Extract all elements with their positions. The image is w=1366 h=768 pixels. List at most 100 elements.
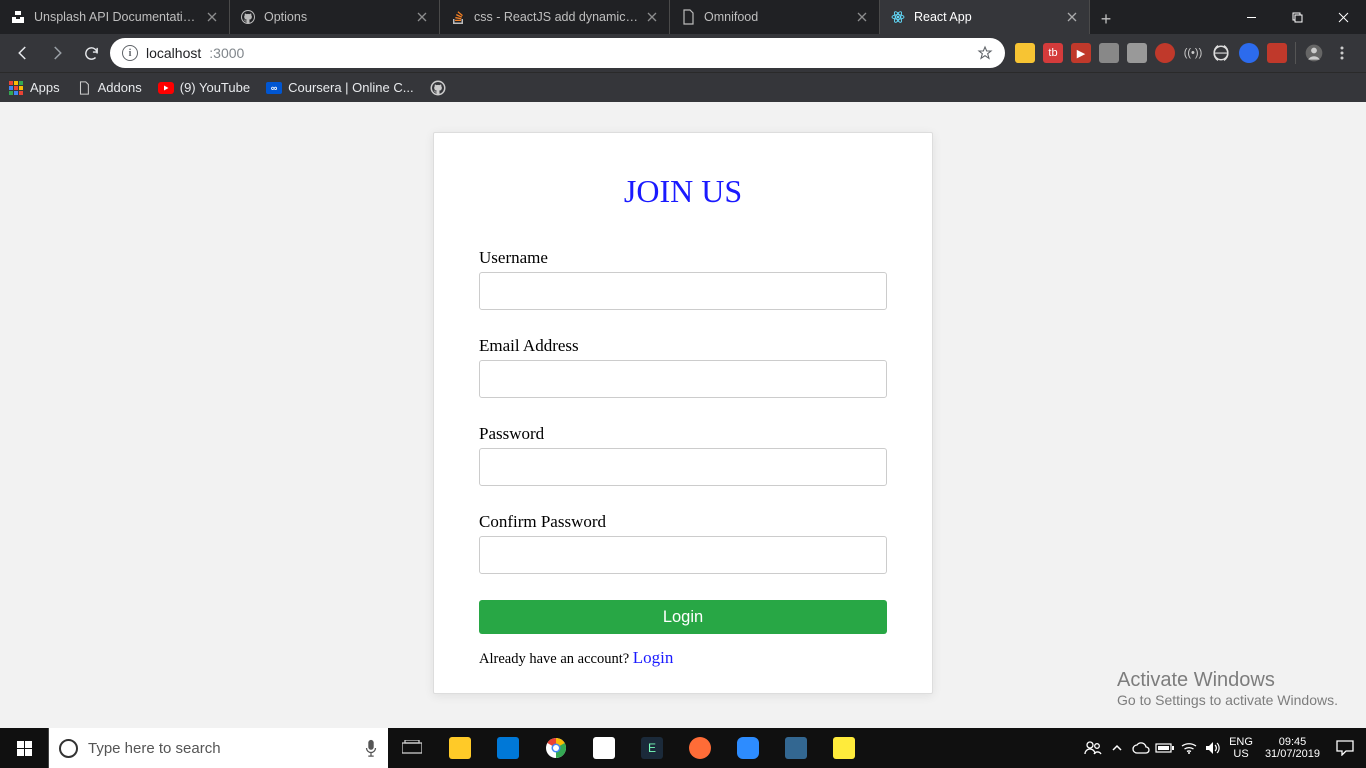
taskbar-vscode[interactable] [484, 728, 532, 768]
extension-icon[interactable]: ▶ [1071, 43, 1091, 63]
tab-close-icon[interactable] [855, 10, 869, 24]
field-password: Password [479, 424, 887, 486]
lang-line1: ENG [1229, 736, 1253, 748]
tab-close-icon[interactable] [1065, 10, 1079, 24]
taskbar-postman[interactable] [676, 728, 724, 768]
signup-card: JOIN US Username Email Address Password … [433, 132, 933, 694]
extension-icon[interactable] [1099, 43, 1119, 63]
url-host: localhost [146, 45, 201, 61]
windows-logo-icon [17, 741, 32, 756]
tab-close-icon[interactable] [645, 10, 659, 24]
chrome-menu-icon[interactable] [1332, 43, 1352, 63]
login-link[interactable]: Login [633, 648, 674, 667]
tab-react-app[interactable]: React App [880, 0, 1090, 34]
nav-reload-button[interactable] [76, 38, 106, 68]
page-viewport: JOIN US Username Email Address Password … [0, 102, 1366, 728]
bookmark-youtube[interactable]: (9) YouTube [158, 80, 250, 96]
extension-icon[interactable]: ((•)) [1183, 43, 1203, 63]
github-icon [430, 80, 446, 96]
start-button[interactable] [0, 728, 48, 768]
browser-toolbar: i localhost :3000 tb ▶ ((•)) [0, 34, 1366, 72]
taskbar-chrome[interactable] [532, 728, 580, 768]
confirm-password-label: Confirm Password [479, 512, 887, 532]
taskbar-pinned: E [388, 728, 868, 768]
search-placeholder: Type here to search [88, 740, 221, 757]
password-label: Password [479, 424, 887, 444]
task-view-button[interactable] [388, 728, 436, 768]
email-input[interactable] [479, 360, 887, 398]
bookmark-apps[interactable]: Apps [8, 80, 60, 96]
tab-stackoverflow[interactable]: css - ReactJS add dynamic clas [440, 0, 670, 34]
tray-volume-icon[interactable] [1201, 728, 1225, 768]
site-info-icon[interactable]: i [122, 45, 138, 61]
extension-icon[interactable] [1239, 43, 1259, 63]
tray-chevron-up-icon[interactable] [1105, 728, 1129, 768]
favicon-stackoverflow [450, 9, 466, 25]
people-icon[interactable] [1081, 728, 1105, 768]
mic-icon[interactable] [364, 739, 378, 757]
taskbar-zoom[interactable] [724, 728, 772, 768]
lang-line2: US [1229, 748, 1253, 760]
coursera-icon: ∞ [266, 82, 282, 94]
tab-omnifood[interactable]: Omnifood [670, 0, 880, 34]
address-bar[interactable]: i localhost :3000 [110, 38, 1005, 68]
tab-close-icon[interactable] [205, 10, 219, 24]
bookmark-star-icon[interactable] [977, 45, 993, 61]
taskbar-slack[interactable] [580, 728, 628, 768]
tab-options[interactable]: Options [230, 0, 440, 34]
tab-title: css - ReactJS add dynamic clas [474, 10, 639, 24]
bookmark-addons[interactable]: Addons [76, 80, 142, 96]
tray-onedrive-icon[interactable] [1129, 728, 1153, 768]
username-input[interactable] [479, 272, 887, 310]
favicon-page [680, 9, 696, 25]
tray-battery-icon[interactable] [1153, 728, 1177, 768]
tab-unsplash[interactable]: Unsplash API Documentation | [0, 0, 230, 34]
tab-title: React App [914, 10, 1059, 24]
tab-close-icon[interactable] [415, 10, 429, 24]
tray-language[interactable]: ENG US [1225, 736, 1257, 760]
already-account-text: Already have an account? Login [479, 648, 887, 668]
divider [1295, 42, 1296, 64]
taskbar-app-e[interactable]: E [628, 728, 676, 768]
tray-clock[interactable]: 09:45 31/07/2019 [1257, 736, 1328, 760]
taskbar-pgadmin[interactable] [772, 728, 820, 768]
bookmark-github[interactable] [430, 80, 446, 96]
username-label: Username [479, 248, 887, 268]
tab-title: Options [264, 10, 409, 24]
extension-icon[interactable] [1127, 43, 1147, 63]
extension-icon[interactable] [1211, 43, 1231, 63]
form-heading: JOIN US [479, 173, 887, 210]
extension-icon[interactable] [1015, 43, 1035, 63]
taskbar-explorer[interactable] [436, 728, 484, 768]
extension-icon[interactable] [1267, 43, 1287, 63]
action-center-icon[interactable] [1328, 740, 1362, 756]
favicon-react [890, 9, 906, 25]
favicon-unsplash [10, 9, 26, 25]
window-minimize-button[interactable] [1228, 0, 1274, 34]
login-button[interactable]: Login [479, 600, 887, 634]
nav-back-button[interactable] [8, 38, 38, 68]
window-controls [1228, 0, 1366, 34]
extension-icon[interactable]: tb [1043, 43, 1063, 63]
field-username: Username [479, 248, 887, 310]
url-port: :3000 [209, 45, 244, 61]
bookmark-label: Apps [30, 80, 60, 95]
new-tab-button[interactable]: + [1090, 4, 1122, 34]
window-close-button[interactable] [1320, 0, 1366, 34]
taskbar-search[interactable]: Type here to search [48, 728, 388, 768]
confirm-password-input[interactable] [479, 536, 887, 574]
bookmark-coursera[interactable]: ∞ Coursera | Online C... [266, 80, 413, 95]
tray-wifi-icon[interactable] [1177, 728, 1201, 768]
window-maximize-button[interactable] [1274, 0, 1320, 34]
cortana-icon [59, 739, 78, 758]
taskbar-stickynotes[interactable] [820, 728, 868, 768]
password-input[interactable] [479, 448, 887, 486]
youtube-icon [158, 80, 174, 96]
extension-icon[interactable] [1155, 43, 1175, 63]
tab-title: Omnifood [704, 10, 849, 24]
bookmarks-bar: Apps Addons (9) YouTube ∞ Coursera | Onl… [0, 72, 1366, 102]
email-label: Email Address [479, 336, 887, 356]
profile-avatar-icon[interactable] [1304, 43, 1324, 63]
tab-title: Unsplash API Documentation | [34, 10, 199, 24]
nav-forward-button[interactable] [42, 38, 72, 68]
